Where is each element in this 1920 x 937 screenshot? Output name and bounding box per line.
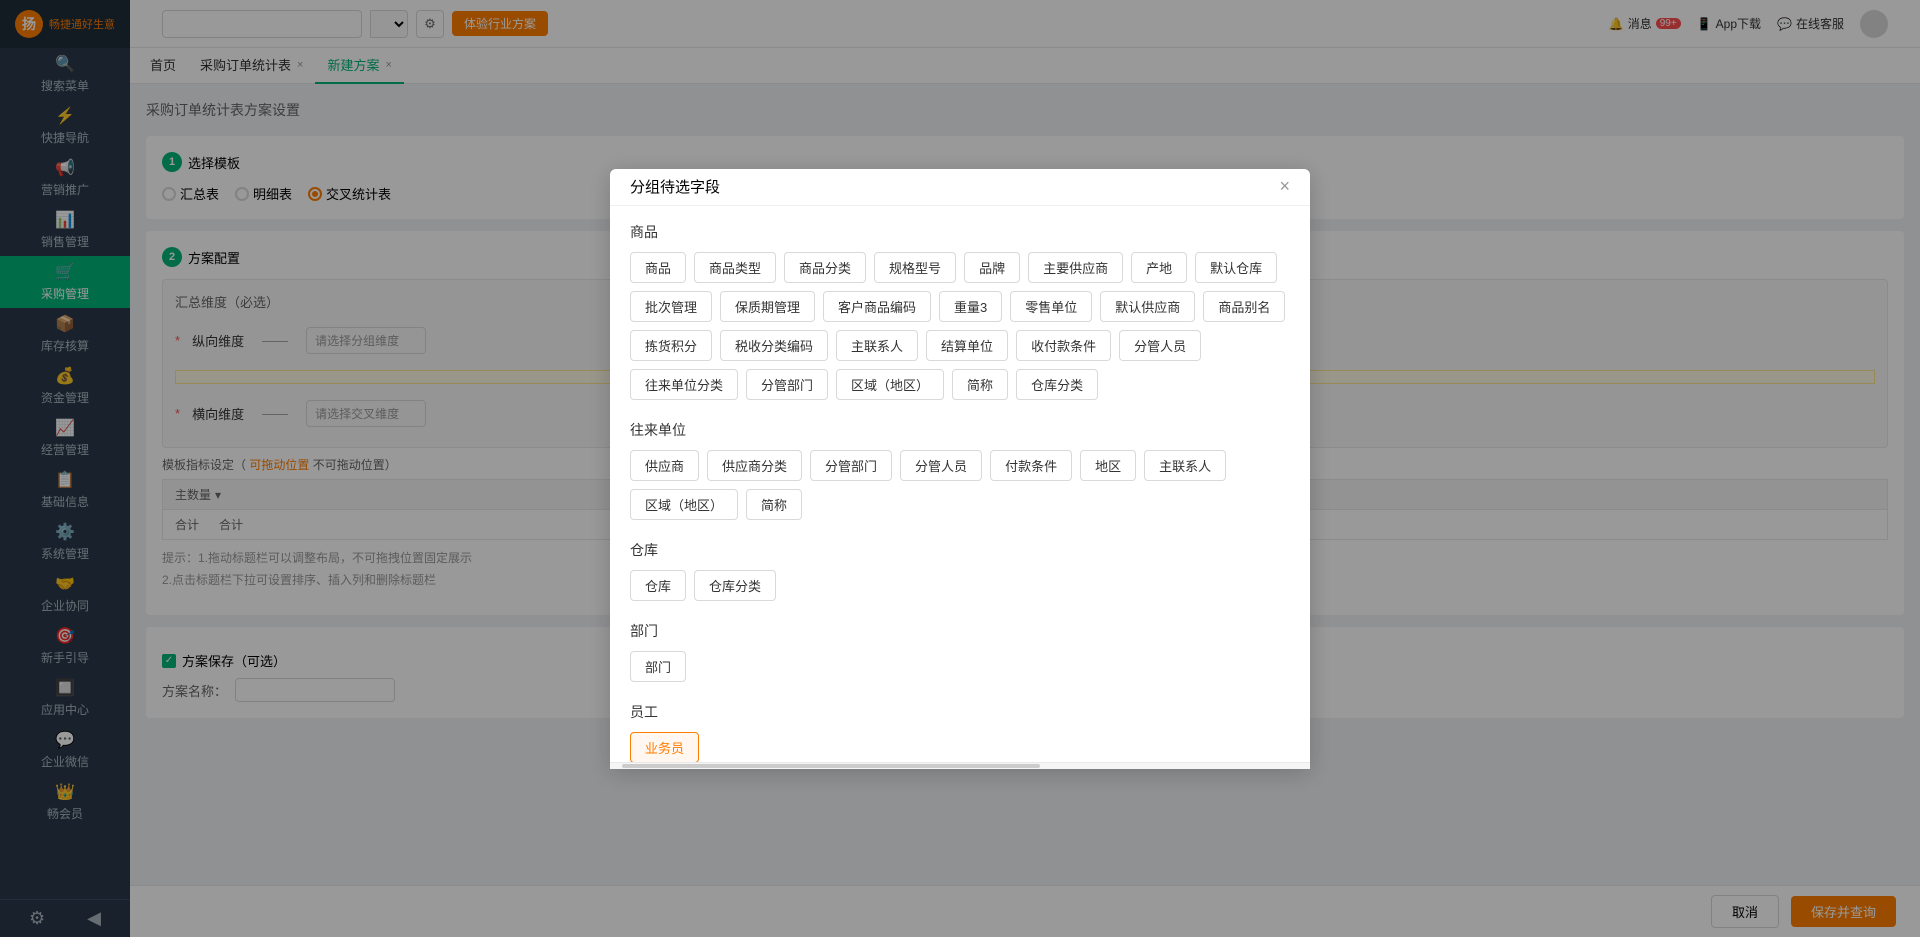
partner-chips: 供应商 供应商分类 分管部门 分管人员 付款条件 地区 主联系人 区域（地区） … xyxy=(630,450,1290,520)
section-emp-title: 员工 xyxy=(630,702,1290,722)
chip-partner-4[interactable]: 付款条件 xyxy=(990,450,1072,481)
section-dept-title: 部门 xyxy=(630,621,1290,641)
chip-partner-1[interactable]: 供应商分类 xyxy=(707,450,802,481)
emp-chips: 业务员 xyxy=(630,732,1290,762)
chip-goods-9[interactable]: 保质期管理 xyxy=(720,291,815,322)
field-group-goods: 商品 商品 商品类型 商品分类 规格型号 品牌 主要供应商 产地 默认仓库 批次… xyxy=(630,222,1290,400)
chip-partner-7[interactable]: 区域（地区） xyxy=(630,489,738,520)
chip-partner-8[interactable]: 简称 xyxy=(746,489,802,520)
chip-goods-6[interactable]: 产地 xyxy=(1131,252,1187,283)
chip-partner-3[interactable]: 分管人员 xyxy=(900,450,982,481)
chip-goods-22[interactable]: 分管部门 xyxy=(746,369,828,400)
section-goods-title: 商品 xyxy=(630,222,1290,242)
field-group-employee: 员工 业务员 xyxy=(630,702,1290,762)
section-warehouse-title: 仓库 xyxy=(630,540,1290,560)
chip-goods-15[interactable]: 拣货积分 xyxy=(630,330,712,361)
modal-header: 分组待选字段 × xyxy=(610,169,1310,207)
chip-goods-0[interactable]: 商品 xyxy=(630,252,686,283)
chip-warehouse-0[interactable]: 仓库 xyxy=(630,570,686,601)
modal-hscroll[interactable] xyxy=(610,762,1310,768)
chip-goods-16[interactable]: 税收分类编码 xyxy=(720,330,828,361)
chip-goods-10[interactable]: 客户商品编码 xyxy=(823,291,931,322)
section-partner-title: 往来单位 xyxy=(630,420,1290,440)
chip-dept-0[interactable]: 部门 xyxy=(630,651,686,682)
dept-chips: 部门 xyxy=(630,651,1290,682)
chip-goods-21[interactable]: 往来单位分类 xyxy=(630,369,738,400)
chip-goods-2[interactable]: 商品分类 xyxy=(784,252,866,283)
chip-goods-4[interactable]: 品牌 xyxy=(964,252,1020,283)
hscroll-thumb[interactable] xyxy=(622,764,1040,768)
chip-emp-0[interactable]: 业务员 xyxy=(630,732,699,762)
chip-goods-18[interactable]: 结算单位 xyxy=(926,330,1008,361)
chip-goods-25[interactable]: 仓库分类 xyxy=(1016,369,1098,400)
chip-partner-5[interactable]: 地区 xyxy=(1080,450,1136,481)
chip-partner-6[interactable]: 主联系人 xyxy=(1144,450,1226,481)
chip-goods-24[interactable]: 简称 xyxy=(952,369,1008,400)
modal-body: 商品 商品 商品类型 商品分类 规格型号 品牌 主要供应商 产地 默认仓库 批次… xyxy=(610,206,1310,762)
chip-warehouse-1[interactable]: 仓库分类 xyxy=(694,570,776,601)
chip-goods-1[interactable]: 商品类型 xyxy=(694,252,776,283)
field-group-warehouse: 仓库 仓库 仓库分类 xyxy=(630,540,1290,601)
chip-goods-8[interactable]: 批次管理 xyxy=(630,291,712,322)
chip-goods-11[interactable]: 重量3 xyxy=(939,291,1002,322)
chip-goods-3[interactable]: 规格型号 xyxy=(874,252,956,283)
chip-goods-12[interactable]: 零售单位 xyxy=(1010,291,1092,322)
chip-goods-13[interactable]: 默认供应商 xyxy=(1100,291,1195,322)
modal-overlay[interactable]: 分组待选字段 × 商品 商品 商品类型 商品分类 规格型号 品牌 主要供应商 产… xyxy=(0,0,1920,937)
chip-goods-19[interactable]: 收付款条件 xyxy=(1016,330,1111,361)
chip-goods-5[interactable]: 主要供应商 xyxy=(1028,252,1123,283)
chip-partner-2[interactable]: 分管部门 xyxy=(810,450,892,481)
chip-goods-14[interactable]: 商品别名 xyxy=(1203,291,1285,322)
chip-goods-20[interactable]: 分管人员 xyxy=(1119,330,1201,361)
modal: 分组待选字段 × 商品 商品 商品类型 商品分类 规格型号 品牌 主要供应商 产… xyxy=(610,169,1310,769)
chip-partner-0[interactable]: 供应商 xyxy=(630,450,699,481)
chip-goods-23[interactable]: 区域（地区） xyxy=(836,369,944,400)
field-group-department: 部门 部门 xyxy=(630,621,1290,682)
modal-close-button[interactable]: × xyxy=(1279,176,1290,197)
modal-title: 分组待选字段 xyxy=(630,176,720,197)
warehouse-chips: 仓库 仓库分类 xyxy=(630,570,1290,601)
field-group-partner: 往来单位 供应商 供应商分类 分管部门 分管人员 付款条件 地区 主联系人 区域… xyxy=(630,420,1290,520)
chip-goods-17[interactable]: 主联系人 xyxy=(836,330,918,361)
chip-goods-7[interactable]: 默认仓库 xyxy=(1195,252,1277,283)
goods-chips: 商品 商品类型 商品分类 规格型号 品牌 主要供应商 产地 默认仓库 批次管理 … xyxy=(630,252,1290,400)
